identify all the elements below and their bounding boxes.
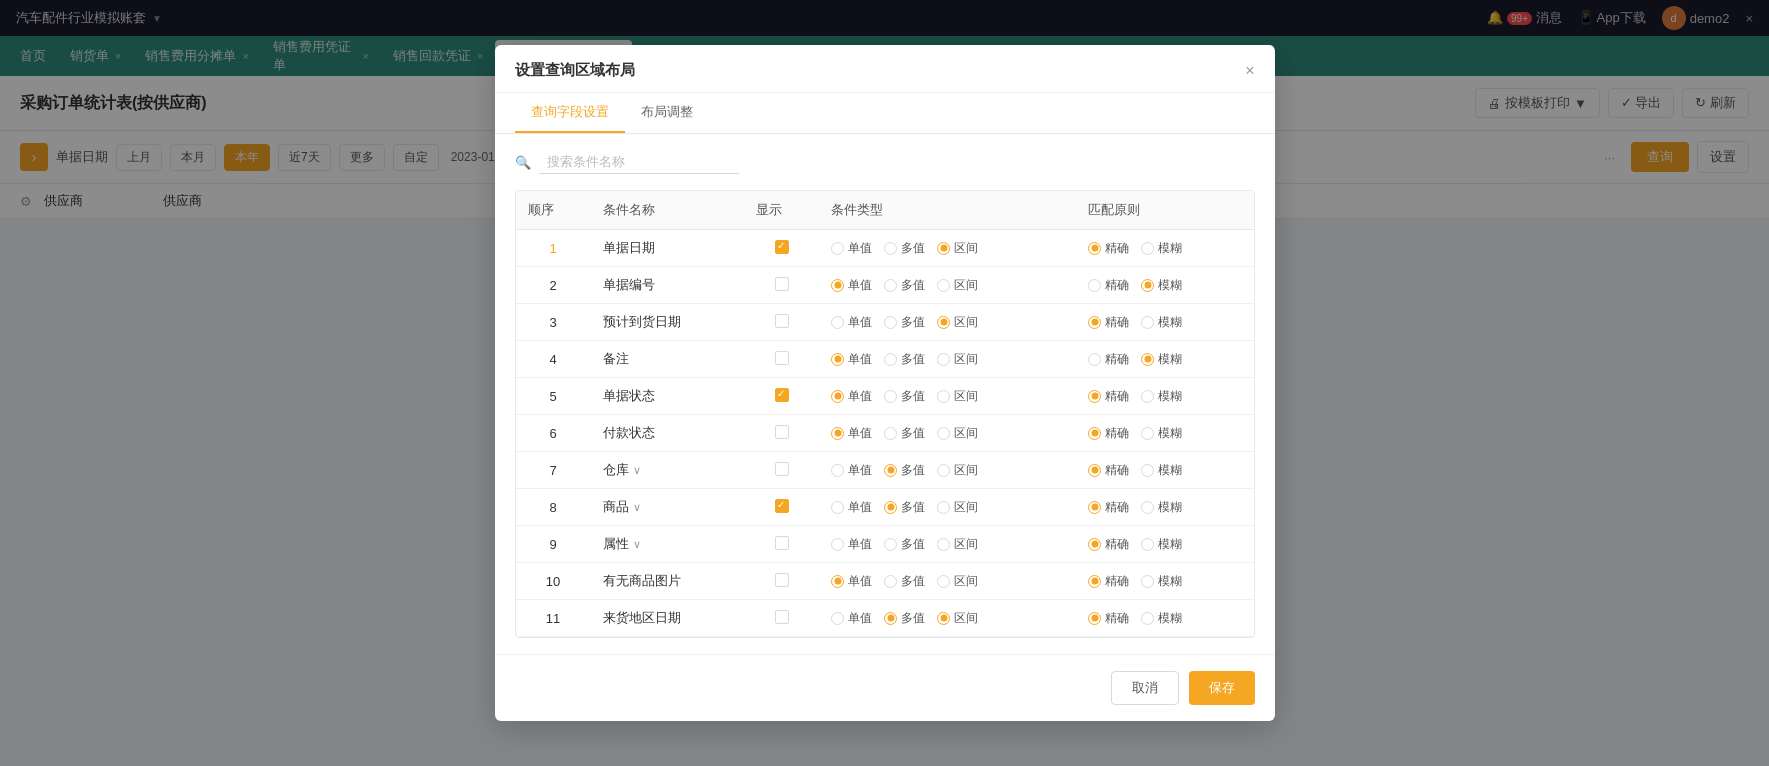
col-name: 条件名称 [591, 191, 744, 219]
dialog-body: 🔍 顺序 条件名称 显示 条件类型 匹配原则 [495, 134, 1275, 219]
settings-dialog: 设置查询区域布局 × 查询字段设置 布局调整 🔍 顺序 条件名称 [495, 45, 1275, 219]
conditions-table: 顺序 条件名称 显示 条件类型 匹配原则 1单据日期单值多值区间精确模糊2单据编… [515, 190, 1255, 219]
tab-query-fields[interactable]: 查询字段设置 [515, 93, 625, 133]
modal-overlay: 设置查询区域布局 × 查询字段设置 布局调整 🔍 顺序 条件名称 [0, 0, 1769, 219]
col-match: 匹配原则 [1076, 191, 1253, 219]
dialog-close-button[interactable]: × [1245, 62, 1254, 80]
search-icon: 🔍 [515, 155, 531, 170]
search-bar: 🔍 [515, 150, 1255, 174]
search-input[interactable] [539, 150, 739, 174]
col-order: 顺序 [516, 191, 591, 219]
col-display: 显示 [744, 191, 819, 219]
tab-layout-adjust[interactable]: 布局调整 [625, 93, 709, 133]
dialog-tabs: 查询字段设置 布局调整 [495, 93, 1275, 134]
col-type: 条件类型 [819, 191, 1076, 219]
dialog-header: 设置查询区域布局 × [495, 45, 1275, 93]
dialog-title: 设置查询区域布局 [515, 61, 635, 80]
